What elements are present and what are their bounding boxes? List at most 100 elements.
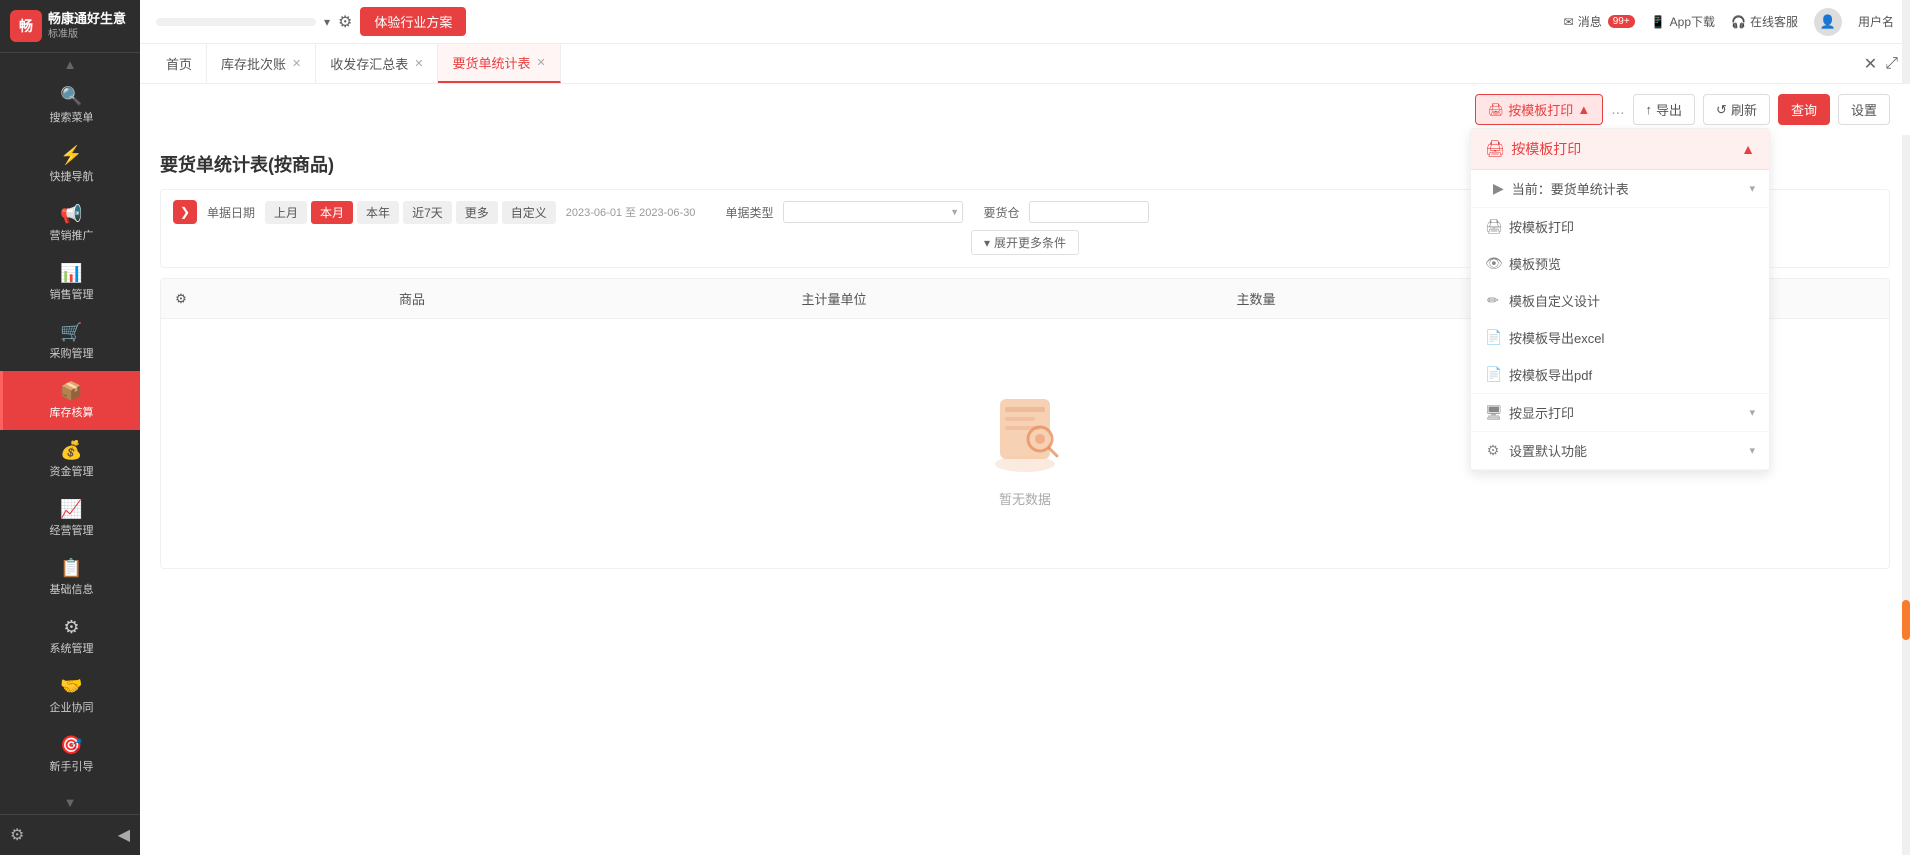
logo-text: 畅康通好生意 标准版	[48, 11, 126, 41]
type-filter-select[interactable]	[783, 201, 963, 223]
sidebar-item-finance[interactable]: 💰 资金管理	[0, 430, 140, 489]
tab-order-stats[interactable]: 要货单统计表 ✕	[438, 44, 560, 83]
logo-icon: 畅	[10, 10, 42, 42]
sidebar-item-basics[interactable]: 📋 基础信息	[0, 548, 140, 607]
settings-button[interactable]: 设置	[1838, 94, 1890, 125]
display-print-label: 按显示打印	[1509, 403, 1741, 422]
message-btn[interactable]: ✉ 消息 99+	[1564, 13, 1635, 30]
app-download-btn[interactable]: 📱 App下载	[1651, 13, 1715, 30]
tabbar-close-button[interactable]: ✕	[1864, 54, 1877, 74]
refresh-label: 刷新	[1731, 100, 1757, 119]
dropdown-item-display-print[interactable]: 🖥 按显示打印 ▾	[1471, 394, 1769, 431]
user-avatar[interactable]: 👤	[1814, 8, 1842, 36]
sidebar-item-label: 采购管理	[50, 345, 94, 361]
template-print-item-label: 按模板打印	[1509, 217, 1755, 236]
dropdown-item-export-pdf[interactable]: 📄 按模板导出pdf	[1471, 356, 1769, 393]
query-button[interactable]: 查询	[1778, 94, 1830, 125]
tabbar-right: ✕ ⤢	[1864, 54, 1898, 74]
template-print-button[interactable]: 🖨 按模板打印 ▲	[1475, 94, 1603, 125]
date-btn-current-month[interactable]: 本月	[311, 201, 353, 224]
main-content: ▾ ⚙ 体验行业方案 ✉ 消息 99+ 📱 App下载 🎧 在线客服 👤 用户名	[140, 0, 1910, 855]
refresh-button[interactable]: ↺ 刷新	[1703, 94, 1770, 125]
dropdown-item-set-default[interactable]: ⚙ 设置默认功能 ▾	[1471, 432, 1769, 469]
dropdown-item-template-print[interactable]: 🖨 按模板打印	[1471, 208, 1769, 245]
tabbar-expand-button[interactable]: ⤢	[1885, 55, 1898, 73]
marketing-icon: 📢	[60, 204, 82, 225]
export-button[interactable]: ↑ 导出	[1633, 94, 1696, 125]
sidebar-item-sales[interactable]: 📊 销售管理	[0, 253, 140, 312]
sidebar-item-coop[interactable]: 🤝 企业协同	[0, 666, 140, 725]
topbar: ▾ ⚙ 体验行业方案 ✉ 消息 99+ 📱 App下载 🎧 在线客服 👤 用户名	[140, 0, 1910, 44]
tab-stock-batch[interactable]: 库存批次账 ✕	[207, 44, 316, 83]
query-label: 查询	[1791, 100, 1817, 119]
template-custom-icon: ✏	[1485, 292, 1501, 309]
date-btn-more[interactable]: 更多	[456, 201, 498, 224]
avatar-icon: 👤	[1820, 14, 1836, 30]
home-tab-label: 首页	[166, 54, 192, 73]
quick-nav-icon: ⚡	[60, 145, 82, 166]
settings-icon[interactable]: ⚙	[10, 825, 24, 845]
table-col-settings[interactable]: ⚙	[161, 281, 201, 317]
dropdown-header: 🖨 按模板打印 ▲	[1471, 129, 1769, 170]
sidebar-item-app-center[interactable]: 🔲 应用中心	[0, 784, 140, 791]
chevron-down-icon: ▾	[984, 236, 990, 250]
online-service-btn[interactable]: 🎧 在线客服	[1731, 13, 1798, 30]
date-filter-buttons: 上月 本月 本年 近7天 更多 自定义	[265, 201, 556, 224]
content-area: 🖨 按模板打印 ▲ ... ↑ 导出 ↺ 刷新 查询 设置 要货单统计表(按商品…	[140, 84, 1910, 855]
date-btn-current-year[interactable]: 本年	[357, 201, 399, 224]
scrollbar-thumb[interactable]	[1902, 600, 1910, 640]
dropdown-item-template-custom[interactable]: ✏ 模板自定义设计	[1471, 282, 1769, 319]
tab-stock-batch-close[interactable]: ✕	[292, 57, 301, 70]
date-btn-custom[interactable]: 自定义	[502, 201, 556, 224]
type-filter-select-wrap	[783, 201, 963, 223]
set-default-label: 设置默认功能	[1509, 441, 1741, 460]
date-btn-last-7-days[interactable]: 近7天	[403, 201, 452, 224]
action-more-dots[interactable]: ...	[1611, 101, 1624, 119]
dropdown-current-template[interactable]: ▶ 当前：要货单统计表 ▾	[1471, 170, 1769, 207]
collapse-icon[interactable]: ◀	[118, 825, 130, 845]
sidebar-item-label: 系统管理	[50, 640, 94, 656]
more-condition-input[interactable]	[1029, 201, 1149, 223]
stock-batch-tab-label: 库存批次账	[221, 54, 286, 73]
type-filter-label: 单据类型	[725, 204, 773, 221]
sidebar-item-operations[interactable]: 📈 经营管理	[0, 489, 140, 548]
message-badge: 99+	[1608, 15, 1635, 28]
sidebar-item-purchase[interactable]: 🛒 采购管理	[0, 312, 140, 371]
date-btn-prev-month[interactable]: 上月	[265, 201, 307, 224]
sidebar-item-inventory[interactable]: 📦 库存核算	[0, 371, 140, 430]
sidebar-item-system[interactable]: ⚙ 系统管理	[0, 607, 140, 666]
sidebar-item-marketing[interactable]: 📢 营销推广	[0, 194, 140, 253]
inventory-icon: 📦	[60, 381, 82, 402]
sidebar-item-label: 销售管理	[50, 286, 94, 302]
sidebar-bottom: ⚙ ◀	[0, 814, 140, 855]
tab-receipt-summary-close[interactable]: ✕	[414, 57, 423, 70]
sidebar-item-label: 新手引导	[50, 758, 94, 774]
dropdown-item-export-excel[interactable]: 📄 按模板导出excel	[1471, 319, 1769, 356]
tab-receipt-summary[interactable]: 收发存汇总表 ✕	[316, 44, 438, 83]
sidebar-nav: 🔍 搜索菜单 ⚡ 快捷导航 📢 营销推广 📊 销售管理 🛒 采购管理 📦 库存核…	[0, 76, 140, 791]
sidebar-item-search[interactable]: 🔍 搜索菜单	[0, 76, 140, 135]
tab-order-stats-close[interactable]: ✕	[537, 56, 546, 69]
set-default-icon: ⚙	[1485, 442, 1501, 459]
expand-more-button[interactable]: ▾ 展开更多条件	[971, 230, 1079, 255]
empty-illustration	[975, 379, 1075, 479]
table-col-goods: 商品	[201, 279, 623, 318]
basics-icon: 📋	[60, 558, 82, 579]
dropdown-item-template-preview[interactable]: 👁 模板预览	[1471, 245, 1769, 282]
dropdown-header-left: 🖨 按模板打印	[1485, 139, 1581, 159]
headphone-icon: 🎧	[1731, 15, 1746, 29]
sidebar-scroll-down[interactable]: ▼	[0, 791, 140, 814]
sidebar-item-quick-nav[interactable]: ⚡ 快捷导航	[0, 135, 140, 194]
trial-button[interactable]: 体验行业方案	[360, 7, 466, 36]
template-print-label: 按模板打印	[1508, 100, 1573, 119]
sidebar-scroll-up[interactable]: ▲	[0, 53, 140, 76]
sidebar-item-guide[interactable]: 🎯 新手引导	[0, 725, 140, 784]
topbar-gear-icon[interactable]: ⚙	[338, 12, 352, 32]
filter-expand-toggle[interactable]: ❯	[173, 200, 197, 224]
dropdown-collapse-btn[interactable]: ▲	[1741, 141, 1755, 157]
topbar-dropdown-arrow[interactable]: ▾	[324, 15, 330, 29]
export-icon: ↑	[1646, 102, 1653, 117]
topbar-right: ✉ 消息 99+ 📱 App下载 🎧 在线客服 👤 用户名	[1564, 8, 1894, 36]
dropdown-title: 按模板打印	[1511, 139, 1581, 159]
tab-home[interactable]: 首页	[152, 44, 207, 83]
